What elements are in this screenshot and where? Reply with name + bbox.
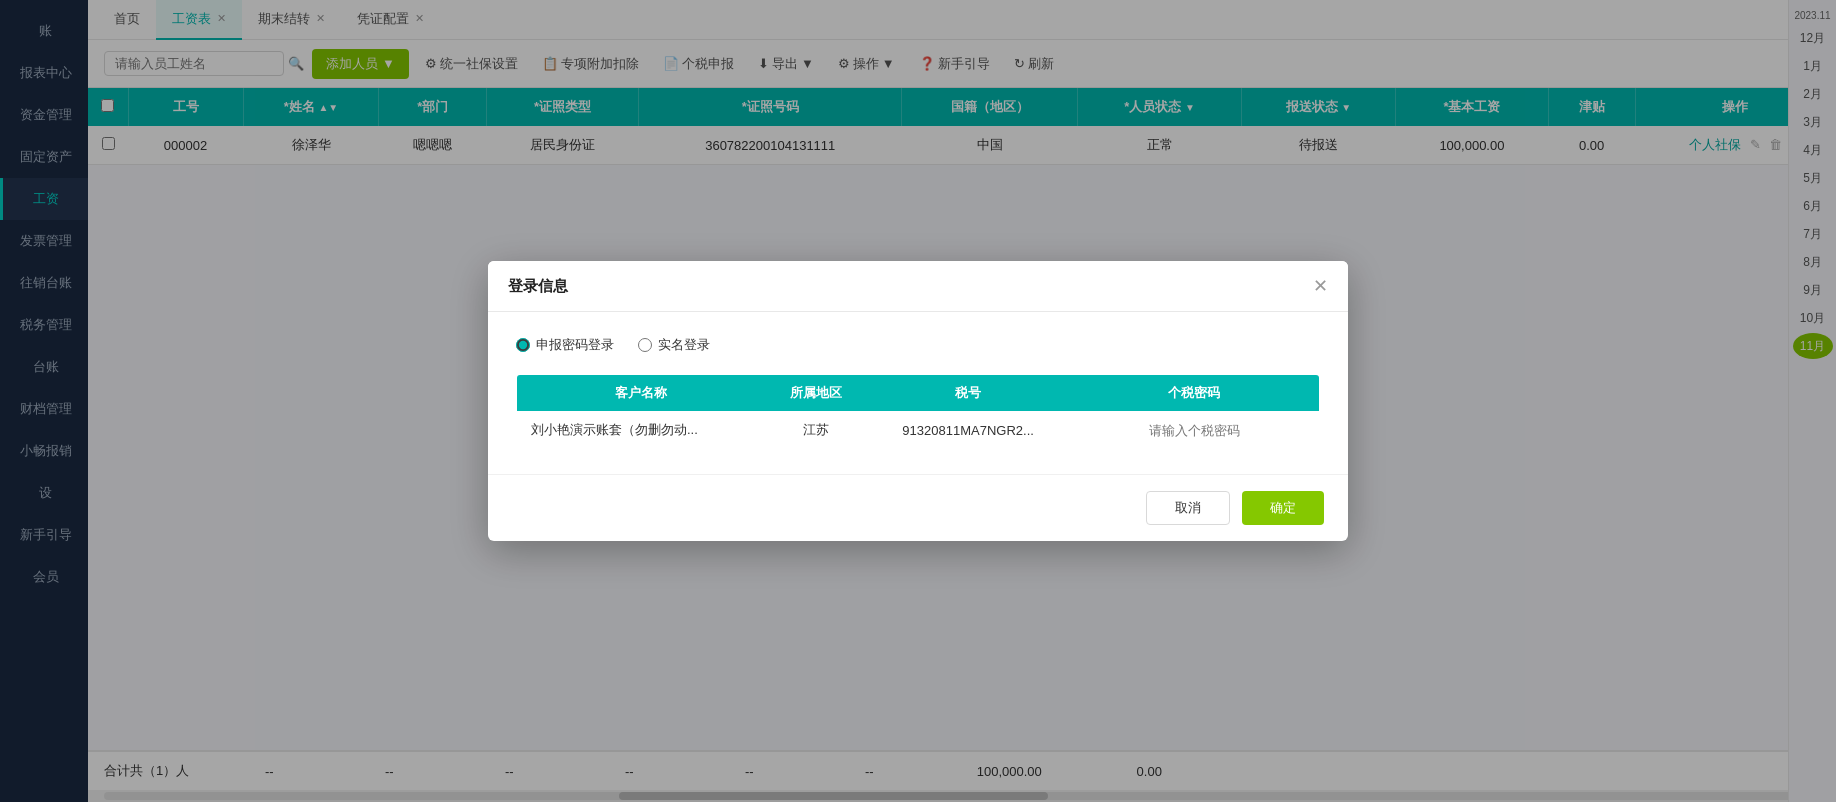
col-tax-password: 个税密码 [1070,375,1320,412]
dialog-overlay: 登录信息 ✕ 申报密码登录 实名登录 客户名称 所属地区 [0,0,1836,802]
col-company-name: 客户名称 [517,375,765,412]
dialog-title: 登录信息 [508,277,568,296]
login-info-dialog: 登录信息 ✕ 申报密码登录 实名登录 客户名称 所属地区 [488,261,1348,541]
col-region: 所属地区 [765,375,867,412]
radio-password-login[interactable]: 申报密码登录 [516,336,614,354]
dialog-header: 登录信息 ✕ [488,261,1348,312]
tax-password-input[interactable] [1084,423,1305,438]
dialog-footer: 取消 确定 [488,474,1348,541]
client-password-cell[interactable] [1070,411,1320,450]
client-table: 客户名称 所属地区 税号 个税密码 刘小艳演示账套（勿删勿动... 江苏 913… [516,374,1320,450]
client-company-name: 刘小艳演示账套（勿删勿动... [517,411,765,450]
client-tax-number: 91320811MA7NGR2... [867,411,1070,450]
radio-realname-input[interactable] [638,338,652,352]
col-tax-number: 税号 [867,375,1070,412]
radio-realname-login[interactable]: 实名登录 [638,336,710,354]
cancel-button[interactable]: 取消 [1146,491,1230,525]
dialog-close-button[interactable]: ✕ [1313,275,1328,297]
client-table-row: 刘小艳演示账套（勿删勿动... 江苏 91320811MA7NGR2... [517,411,1320,450]
confirm-button[interactable]: 确定 [1242,491,1324,525]
radio-password-input[interactable] [516,338,530,352]
client-region: 江苏 [765,411,867,450]
dialog-body: 申报密码登录 实名登录 客户名称 所属地区 税号 个税密码 [488,312,1348,474]
login-type-radio-group: 申报密码登录 实名登录 [516,336,1320,354]
